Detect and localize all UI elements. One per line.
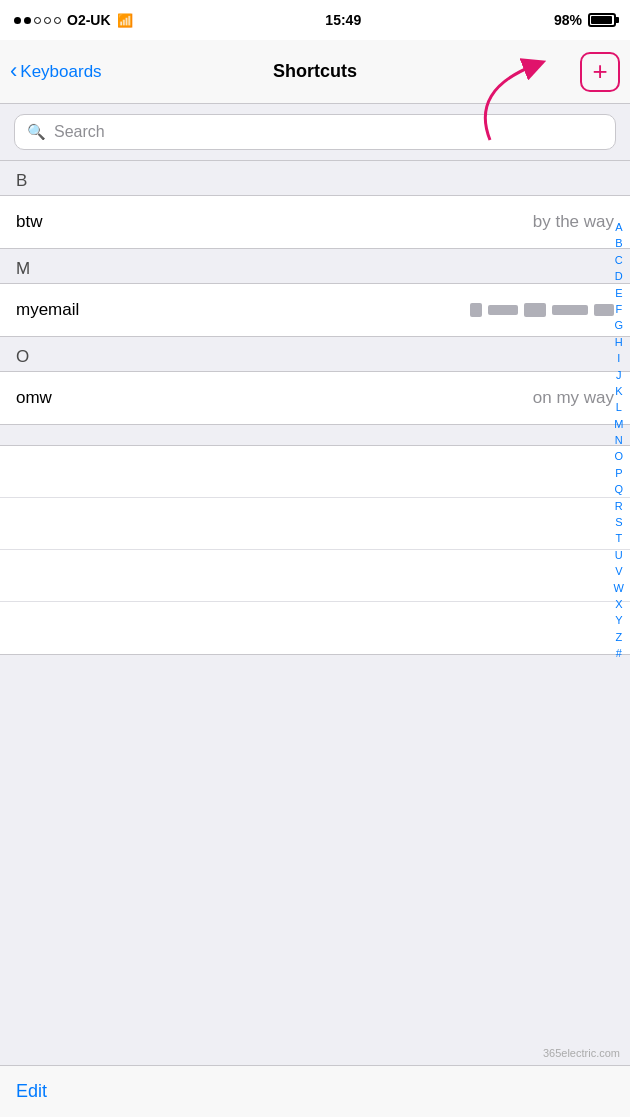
shortcut-omw: omw <box>16 388 52 408</box>
blur-block-2 <box>488 305 518 315</box>
add-icon: + <box>592 56 607 87</box>
alpha-letter-I[interactable]: I <box>617 351 620 366</box>
section-b-list: btw by the way <box>0 195 630 249</box>
empty-item-2 <box>0 498 630 550</box>
phrase-omw: on my way <box>533 388 614 408</box>
carrier-label: O2-UK <box>67 12 111 28</box>
list-item-btw[interactable]: btw by the way <box>0 196 630 248</box>
alpha-letter-#[interactable]: # <box>616 646 622 661</box>
alpha-letter-H[interactable]: H <box>615 335 623 350</box>
status-left: O2-UK 📶 <box>14 12 133 28</box>
alpha-letter-X[interactable]: X <box>615 597 622 612</box>
back-chevron-icon: ‹ <box>10 58 17 84</box>
section-header-m: M <box>0 249 630 283</box>
status-right: 98% <box>554 12 616 28</box>
alpha-letter-G[interactable]: G <box>615 318 624 333</box>
alpha-letter-Q[interactable]: Q <box>615 482 624 497</box>
blurred-email-value <box>470 303 614 317</box>
empty-item-3 <box>0 550 630 602</box>
back-label: Keyboards <box>20 62 101 82</box>
alpha-letter-F[interactable]: F <box>615 302 622 317</box>
dot4 <box>44 17 51 24</box>
search-container: 🔍 Search <box>0 104 630 161</box>
blur-block-3 <box>524 303 546 317</box>
alphabet-index[interactable]: ABCDEFGHIJKLMNOPQRSTUVWXYZ# <box>614 220 624 662</box>
section-m-list: myemail <box>0 283 630 337</box>
alpha-letter-V[interactable]: V <box>615 564 622 579</box>
empty-item-4 <box>0 602 630 654</box>
alpha-letter-L[interactable]: L <box>616 400 622 415</box>
wifi-icon: 📶 <box>117 13 133 28</box>
blur-block-1 <box>470 303 482 317</box>
list-item-myemail[interactable]: myemail <box>0 284 630 336</box>
bottom-toolbar: Edit <box>0 1065 630 1117</box>
blur-block-5 <box>594 304 614 316</box>
dot2 <box>24 17 31 24</box>
alpha-letter-M[interactable]: M <box>614 417 623 432</box>
add-shortcut-button[interactable]: + <box>580 52 620 92</box>
alpha-letter-B[interactable]: B <box>615 236 622 251</box>
alpha-letter-N[interactable]: N <box>615 433 623 448</box>
dot5 <box>54 17 61 24</box>
section-header-b: B <box>0 161 630 195</box>
battery-fill <box>591 16 612 24</box>
dot3 <box>34 17 41 24</box>
status-bar: O2-UK 📶 15:49 98% <box>0 0 630 40</box>
watermark: 365electric.com <box>543 1047 620 1059</box>
alpha-letter-D[interactable]: D <box>615 269 623 284</box>
content-area: B btw by the way M myemail O omw on my w <box>0 161 630 655</box>
search-icon: 🔍 <box>27 123 46 141</box>
alpha-letter-R[interactable]: R <box>615 499 623 514</box>
nav-title: Shortcuts <box>273 61 357 82</box>
search-placeholder: Search <box>54 123 105 141</box>
empty-list-group <box>0 445 630 655</box>
shortcut-btw: btw <box>16 212 42 232</box>
signal-dots <box>14 17 61 24</box>
alpha-letter-T[interactable]: T <box>615 531 622 546</box>
alpha-letter-P[interactable]: P <box>615 466 622 481</box>
time-label: 15:49 <box>325 12 361 28</box>
blur-block-4 <box>552 305 588 315</box>
section-o-list: omw on my way <box>0 371 630 425</box>
nav-bar: ‹ Keyboards Shortcuts + <box>0 40 630 104</box>
alpha-letter-C[interactable]: C <box>615 253 623 268</box>
alpha-letter-S[interactable]: S <box>615 515 622 530</box>
back-button[interactable]: ‹ Keyboards <box>10 60 102 84</box>
phrase-btw: by the way <box>533 212 614 232</box>
dot1 <box>14 17 21 24</box>
alpha-letter-W[interactable]: W <box>614 581 624 596</box>
alpha-letter-J[interactable]: J <box>616 368 622 383</box>
section-header-o: O <box>0 337 630 371</box>
battery-percent: 98% <box>554 12 582 28</box>
alpha-letter-K[interactable]: K <box>615 384 622 399</box>
battery-icon <box>588 13 616 27</box>
edit-button[interactable]: Edit <box>16 1081 47 1102</box>
search-input-wrapper[interactable]: 🔍 Search <box>14 114 616 150</box>
list-item-omw[interactable]: omw on my way <box>0 372 630 424</box>
alpha-letter-Y[interactable]: Y <box>615 613 622 628</box>
alpha-letter-U[interactable]: U <box>615 548 623 563</box>
alpha-letter-O[interactable]: O <box>615 449 624 464</box>
shortcut-myemail: myemail <box>16 300 79 320</box>
alpha-letter-E[interactable]: E <box>615 286 622 301</box>
alpha-letter-A[interactable]: A <box>615 220 622 235</box>
alpha-letter-Z[interactable]: Z <box>615 630 622 645</box>
empty-item-1 <box>0 446 630 498</box>
